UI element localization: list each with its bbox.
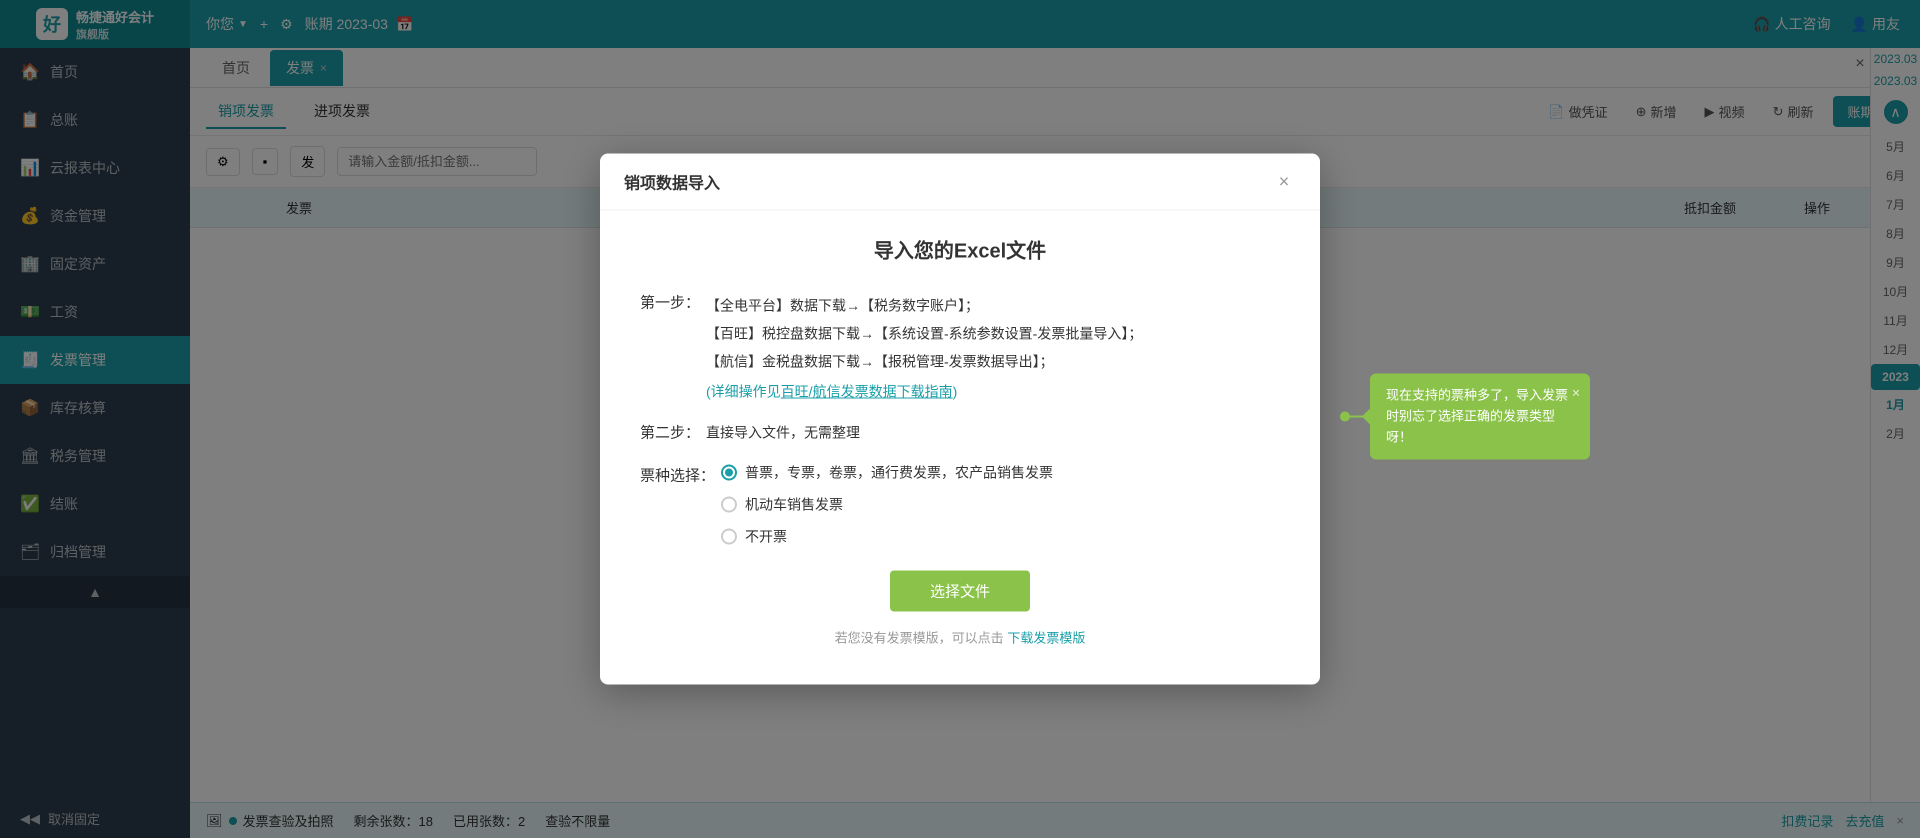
radio-motor-invoice[interactable]: 机动车销售发票 bbox=[721, 495, 1053, 515]
step1-line3: 【航信】金税盘数据下载→【报税管理-发票数据导出】； bbox=[706, 348, 1142, 376]
select-file-button[interactable]: 选择文件 bbox=[890, 571, 1030, 612]
step2-label: 第二步： bbox=[640, 422, 700, 443]
tooltip-bubble: × 现在支持的票种多了，导入发票时别忘了选择正确的发票类型呀！ bbox=[1370, 374, 1590, 460]
step2-content: 直接导入文件，无需整理 bbox=[706, 422, 860, 442]
modal-footer: 若您没有发票模版，可以点击 下载发票模版 bbox=[640, 628, 1280, 655]
tooltip-line bbox=[1348, 416, 1366, 418]
step1-block: 第一步： 【全电平台】数据下载→【税务数字账户】； 【百旺】税控盘数据下载→【系… bbox=[640, 292, 1280, 402]
guide-link[interactable]: (详细操作见百旺/航信发票数据下载指南) bbox=[706, 384, 957, 400]
modal-title: 销项数据导入 bbox=[624, 170, 720, 194]
modal-main-title: 导入您的Excel文件 bbox=[640, 235, 1280, 264]
tooltip-close-button[interactable]: × bbox=[1572, 382, 1580, 404]
radio-no-invoice[interactable]: 不开票 bbox=[721, 527, 1053, 547]
modal-close-button[interactable]: × bbox=[1272, 170, 1296, 194]
ticket-label: 票种选择： bbox=[640, 465, 715, 486]
radio-circle-normal bbox=[721, 465, 737, 481]
radio-group: 普票，专票，卷票，通行费发票，农产品销售发票 机动车销售发票 不开票 bbox=[721, 463, 1053, 547]
ticket-select-block: 票种选择： 普票，专票，卷票，通行费发票，农产品销售发票 机动车销售发票 bbox=[640, 463, 1280, 547]
import-modal: 销项数据导入 × 导入您的Excel文件 第一步： 【全电平台】数据下载→【税务… bbox=[600, 154, 1320, 685]
download-template-link[interactable]: 下载发票模版 bbox=[1007, 631, 1085, 646]
step1-line1: 【全电平台】数据下载→【税务数字账户】； bbox=[706, 292, 1142, 320]
step1-link-container: (详细操作见百旺/航信发票数据下载指南) bbox=[706, 382, 1142, 402]
radio-circle-no bbox=[721, 529, 737, 545]
modal-body: 导入您的Excel文件 第一步： 【全电平台】数据下载→【税务数字账户】； 【百… bbox=[600, 211, 1320, 685]
select-file-container: 选择文件 bbox=[640, 571, 1280, 612]
step1-line2: 【百旺】税控盘数据下载→【系统设置-系统参数设置-发票批量导入】； bbox=[706, 320, 1142, 348]
modal-header: 销项数据导入 × bbox=[600, 154, 1320, 211]
step2-block: 第二步： 直接导入文件，无需整理 bbox=[640, 422, 1280, 443]
tooltip-text: 现在支持的票种多了，导入发票时别忘了选择正确的发票类型呀！ bbox=[1386, 388, 1568, 445]
radio-normal-invoice[interactable]: 普票，专票，卷票，通行费发票，农产品销售发票 bbox=[721, 463, 1053, 483]
step1-label: 第一步： bbox=[640, 292, 700, 313]
radio-circle-motor bbox=[721, 497, 737, 513]
